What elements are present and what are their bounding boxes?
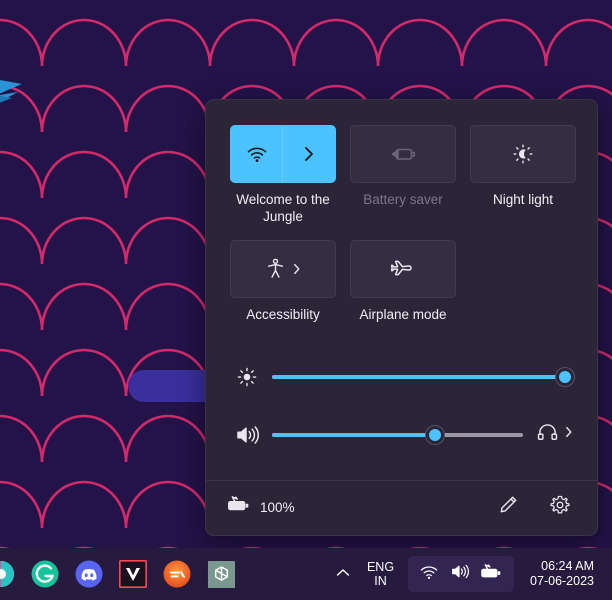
- quick-tile-label-accessibility: Accessibility: [246, 307, 320, 324]
- battery-status[interactable]: 100%: [228, 496, 295, 518]
- gear-icon: [550, 495, 570, 520]
- audio-output-selector[interactable]: [531, 423, 573, 446]
- battery-saver-icon: [390, 145, 416, 163]
- wifi-toggle-half[interactable]: [231, 126, 283, 182]
- volume-slider-row: [230, 412, 573, 458]
- wallpaper-accent-logo: [0, 62, 40, 120]
- volume-slider[interactable]: [272, 425, 523, 445]
- chatgpt-icon: [207, 560, 236, 589]
- brightness-slider[interactable]: [272, 367, 565, 387]
- language-primary: ENG: [367, 560, 394, 574]
- system-tray: ENG IN: [329, 556, 612, 592]
- taskbar-app-pinned-partial[interactable]: [0, 559, 16, 589]
- battery-charging-icon: [481, 564, 503, 585]
- wifi-icon: [246, 145, 268, 163]
- quick-tile-label-night-light: Night light: [493, 192, 553, 209]
- settings-button[interactable]: [545, 492, 575, 522]
- airplane-icon: [391, 258, 415, 280]
- wifi-expand-half[interactable]: [283, 126, 335, 182]
- wifi-icon: [419, 564, 439, 585]
- pencil-icon: [499, 495, 518, 519]
- clock-and-date[interactable]: 06:24 AM 07-06-2023: [518, 559, 602, 589]
- discord-icon: [74, 559, 104, 589]
- quick-settings-footer: 100%: [206, 479, 597, 535]
- chevron-right-icon: [292, 262, 301, 276]
- taskbar-app-discord[interactable]: [74, 559, 104, 589]
- accessibility-icon: [266, 258, 285, 279]
- chevron-up-icon: [336, 565, 350, 583]
- tile-cell-wifi: Welcome to the Jungle: [230, 125, 336, 226]
- tile-cell-airplane-mode: Airplane mode: [350, 240, 456, 324]
- quick-settings-sliders: [206, 324, 597, 458]
- tray-status-icons[interactable]: [408, 556, 514, 592]
- language-indicator[interactable]: ENG IN: [357, 560, 404, 588]
- taskbar: ENG IN: [0, 548, 612, 600]
- quick-tile-battery-saver[interactable]: [350, 125, 456, 183]
- quick-settings-tile-grid: Welcome to the Jungle Battery saver: [206, 100, 597, 324]
- taskbar-app-ea[interactable]: [162, 559, 192, 589]
- taskbar-app-list: [0, 559, 236, 589]
- brightness-slider-row: [230, 354, 573, 400]
- taskbar-app-valorant[interactable]: [118, 559, 148, 589]
- clock-time: 06:24 AM: [530, 559, 594, 574]
- tray-overflow-button[interactable]: [329, 557, 357, 591]
- edit-quick-settings-button[interactable]: [493, 492, 523, 522]
- tile-cell-accessibility: Accessibility: [230, 240, 336, 324]
- battery-charging-icon: [228, 496, 251, 518]
- footer-actions: [493, 492, 575, 522]
- tile-cell-night-light: Night light: [470, 125, 576, 226]
- volume-fill: [272, 433, 435, 437]
- quick-tile-wifi[interactable]: [230, 125, 336, 183]
- volume-thumb[interactable]: [426, 426, 444, 444]
- volume-icon: [450, 563, 470, 585]
- chevron-right-icon: [303, 145, 315, 163]
- brightness-icon: [230, 366, 264, 388]
- language-secondary: IN: [367, 574, 394, 588]
- taskbar-app-grammarly[interactable]: [30, 559, 60, 589]
- chevron-right-icon: [564, 425, 573, 444]
- quick-tile-night-light[interactable]: [470, 125, 576, 183]
- volume-icon[interactable]: [230, 424, 264, 446]
- ea-app-icon: [162, 559, 192, 589]
- quick-tile-accessibility[interactable]: [230, 240, 336, 298]
- battery-percent-label: 100%: [260, 500, 295, 515]
- quick-tile-airplane-mode[interactable]: [350, 240, 456, 298]
- headphones-icon: [537, 423, 558, 446]
- quick-tile-label-airplane-mode: Airplane mode: [359, 307, 446, 324]
- clock-date: 07-06-2023: [530, 574, 594, 589]
- grammarly-icon: [30, 559, 60, 589]
- pinned-app-partial-icon: [0, 559, 16, 589]
- quick-settings-panel: Welcome to the Jungle Battery saver: [205, 99, 598, 536]
- taskbar-app-chatgpt[interactable]: [206, 559, 236, 589]
- quick-tile-label-battery-saver: Battery saver: [363, 192, 443, 209]
- quick-tile-label-wifi: Welcome to the Jungle: [230, 192, 336, 226]
- valorant-icon: [119, 560, 147, 588]
- tile-cell-battery-saver: Battery saver: [350, 125, 456, 226]
- brightness-thumb[interactable]: [556, 368, 574, 386]
- brightness-fill: [272, 375, 565, 379]
- night-light-icon: [512, 143, 534, 165]
